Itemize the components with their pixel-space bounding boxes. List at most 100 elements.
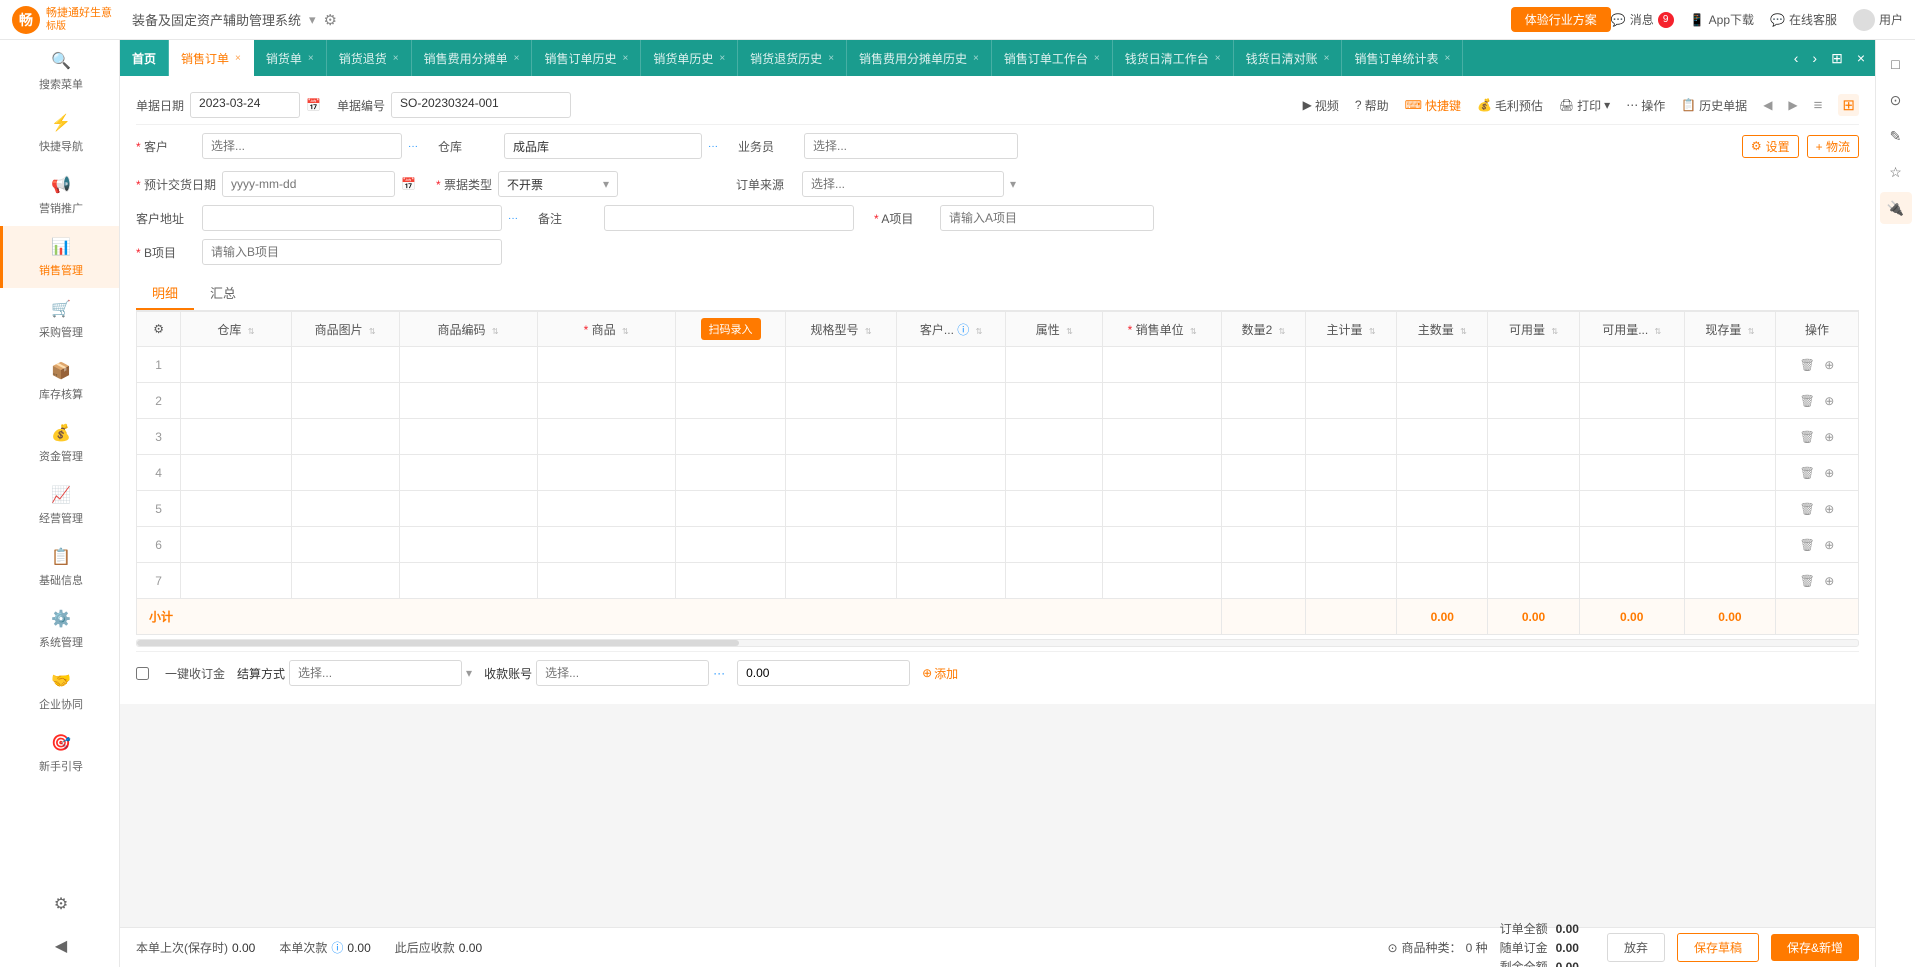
tab-return-history[interactable]: 销货退货历史 × (738, 40, 847, 76)
tab-sales-goods[interactable]: 销货单 × (254, 40, 327, 76)
tab-sales-order-history[interactable]: 销售订单历史 × (532, 40, 641, 76)
history-action[interactable]: 📋 历史单据 (1681, 97, 1747, 114)
row-delete-btn[interactable]: 🗑 (1797, 502, 1818, 516)
grid-view-btn[interactable]: ⊞ (1838, 94, 1859, 116)
print-action[interactable]: 🖨 打印 ▾ (1559, 97, 1610, 114)
th-product[interactable]: * 商品 ⇅ (537, 312, 675, 347)
warehouse-input[interactable] (504, 133, 702, 159)
sidebar-item-enterprise[interactable]: 🤝 企业协同 (0, 660, 119, 722)
sidebar-item-marketing[interactable]: 📢 营销推广 (0, 164, 119, 226)
th-unit[interactable]: * 销售单位 ⇅ (1103, 312, 1222, 347)
sidebar-item-nav[interactable]: ⚡ 快捷导航 (0, 102, 119, 164)
discard-button[interactable]: 放弃 (1607, 933, 1665, 962)
th-img[interactable]: 商品图片 ⇅ (291, 312, 399, 347)
row-copy-btn[interactable]: ⊕ (1821, 502, 1837, 516)
row-copy-btn[interactable]: ⊕ (1821, 394, 1837, 408)
row-qty2[interactable] (1222, 347, 1306, 383)
row-spec[interactable] (786, 347, 897, 383)
tab-sales-order[interactable]: 销售订单 × (169, 40, 254, 76)
b-project-input[interactable] (202, 239, 502, 265)
ticket-type-select[interactable]: 不开票 ▾ (498, 171, 618, 197)
row-main-qty[interactable] (1397, 347, 1488, 383)
row-attr[interactable] (1006, 347, 1103, 383)
th-avail2[interactable]: 可用量... ⇅ (1579, 312, 1684, 347)
tab-sales-return[interactable]: 销货退货 × (327, 40, 412, 76)
sidebar-item-operation[interactable]: 📈 经营管理 (0, 474, 119, 536)
date-input[interactable]: 2023-03-24 (190, 92, 300, 118)
row-delete-btn[interactable]: 🗑 (1797, 466, 1818, 480)
th-spec[interactable]: 规格型号 ⇅ (786, 312, 897, 347)
sidebar-item-guide[interactable]: 🎯 新手引导 (0, 722, 119, 784)
row-delete-btn[interactable]: 🗑 (1797, 430, 1818, 444)
row-copy-btn[interactable]: ⊕ (1821, 430, 1837, 444)
close-icon[interactable]: × (973, 53, 979, 64)
app-download-tool[interactable]: 📱 App下载 (1690, 11, 1754, 28)
tab-order-workbench[interactable]: 销售订单工作台 × (992, 40, 1113, 76)
tab-menu-btn[interactable]: ⊞ (1825, 48, 1849, 69)
view-action[interactable]: ▶ 视频 (1303, 97, 1339, 114)
operations-action[interactable]: ⋯ 操作 (1626, 97, 1665, 114)
close-icon[interactable]: × (719, 53, 725, 64)
close-icon[interactable]: × (1444, 53, 1450, 64)
address-dots[interactable]: ··· (508, 213, 518, 224)
tab-sales-cost[interactable]: 销售费用分摊单 × (412, 40, 533, 76)
sidebar-item-purchase[interactable]: 🛒 采购管理 (0, 288, 119, 350)
row-sku[interactable] (399, 347, 537, 383)
help-action[interactable]: ? 帮助 (1355, 97, 1389, 114)
order-source-input[interactable] (802, 171, 1004, 197)
horizontal-scrollbar[interactable] (136, 639, 1859, 647)
row-unit[interactable] (1103, 347, 1222, 383)
row-product[interactable] (537, 347, 675, 383)
warehouse-dots[interactable]: ··· (708, 141, 718, 152)
gear-settings-icon[interactable]: ⚙ (324, 11, 337, 29)
close-icon[interactable]: × (308, 53, 314, 64)
row-delete-btn[interactable]: 🗑 (1797, 538, 1818, 552)
tab-summary[interactable]: 汇总 (194, 277, 252, 310)
sidebar-item-base[interactable]: 📋 基础信息 (0, 536, 119, 598)
one-click-checkbox[interactable] (136, 667, 149, 680)
user-tool[interactable]: 用户 (1853, 9, 1903, 31)
tab-home[interactable]: 首页 (120, 40, 169, 76)
tab-next-btn[interactable]: › (1806, 48, 1823, 68)
tab-close-all-btn[interactable]: × (1851, 48, 1871, 68)
row-delete-btn[interactable]: 🗑 (1797, 574, 1818, 588)
sidebar-item-system[interactable]: ⚙️ 系统管理 (0, 598, 119, 660)
row-copy-btn[interactable]: ⊕ (1821, 574, 1837, 588)
tab-prev-btn[interactable]: ‹ (1788, 48, 1805, 68)
next-record-btn[interactable]: ▶ (1788, 98, 1797, 112)
row-copy-btn[interactable]: ⊕ (1821, 538, 1837, 552)
row-delete-btn[interactable]: 🗑 (1797, 394, 1818, 408)
row-main-unit[interactable] (1305, 347, 1396, 383)
dropdown-arrow-icon[interactable]: ▾ (309, 12, 316, 28)
tab-detail[interactable]: 明细 (136, 277, 194, 310)
solution-button[interactable]: 体验行业方案 (1511, 7, 1611, 32)
row-cust-code[interactable] (896, 347, 1006, 383)
close-icon[interactable]: × (514, 53, 520, 64)
close-icon[interactable]: × (622, 53, 628, 64)
th-avail[interactable]: 可用量 ⇅ (1488, 312, 1579, 347)
tab-goods-history[interactable]: 销货单历史 × (641, 40, 738, 76)
th-settings[interactable]: ⚙ (137, 312, 181, 347)
close-icon[interactable]: × (828, 53, 834, 64)
close-icon[interactable]: × (1324, 53, 1330, 64)
tab-cash-reconcile[interactable]: 钱货日清对账 × (1234, 40, 1343, 76)
a-project-input[interactable] (940, 205, 1154, 231)
sidebar-collapse-btn[interactable]: ◀ (0, 925, 119, 967)
scan-btn[interactable]: 扫码录入 (701, 318, 761, 340)
profit-action[interactable]: 💰 毛利预估 (1477, 97, 1543, 114)
save-new-button[interactable]: 保存&新增 (1771, 934, 1859, 961)
th-qty2[interactable]: 数量2 ⇅ (1222, 312, 1306, 347)
sidebar-item-finance[interactable]: 💰 资金管理 (0, 412, 119, 474)
row-warehouse[interactable] (181, 347, 292, 383)
th-sku[interactable]: 商品编码 ⇅ (399, 312, 537, 347)
sidebar-item-search[interactable]: 🔍 搜索菜单 (0, 40, 119, 102)
add-payment-btn[interactable]: ⊕ 添加 (922, 665, 958, 682)
message-tool[interactable]: 💬 消息 9 (1611, 11, 1674, 28)
add-logistics-btn[interactable]: + 物流 (1807, 135, 1859, 158)
th-stock[interactable]: 现存量 ⇅ (1684, 312, 1775, 347)
th-main-qty[interactable]: 主数量 ⇅ (1397, 312, 1488, 347)
address-input[interactable] (202, 205, 502, 231)
right-panel-btn-5[interactable]: 🔌 (1880, 192, 1912, 224)
customer-dots[interactable]: ··· (408, 141, 418, 152)
th-attr[interactable]: 属性 ⇅ (1006, 312, 1103, 347)
